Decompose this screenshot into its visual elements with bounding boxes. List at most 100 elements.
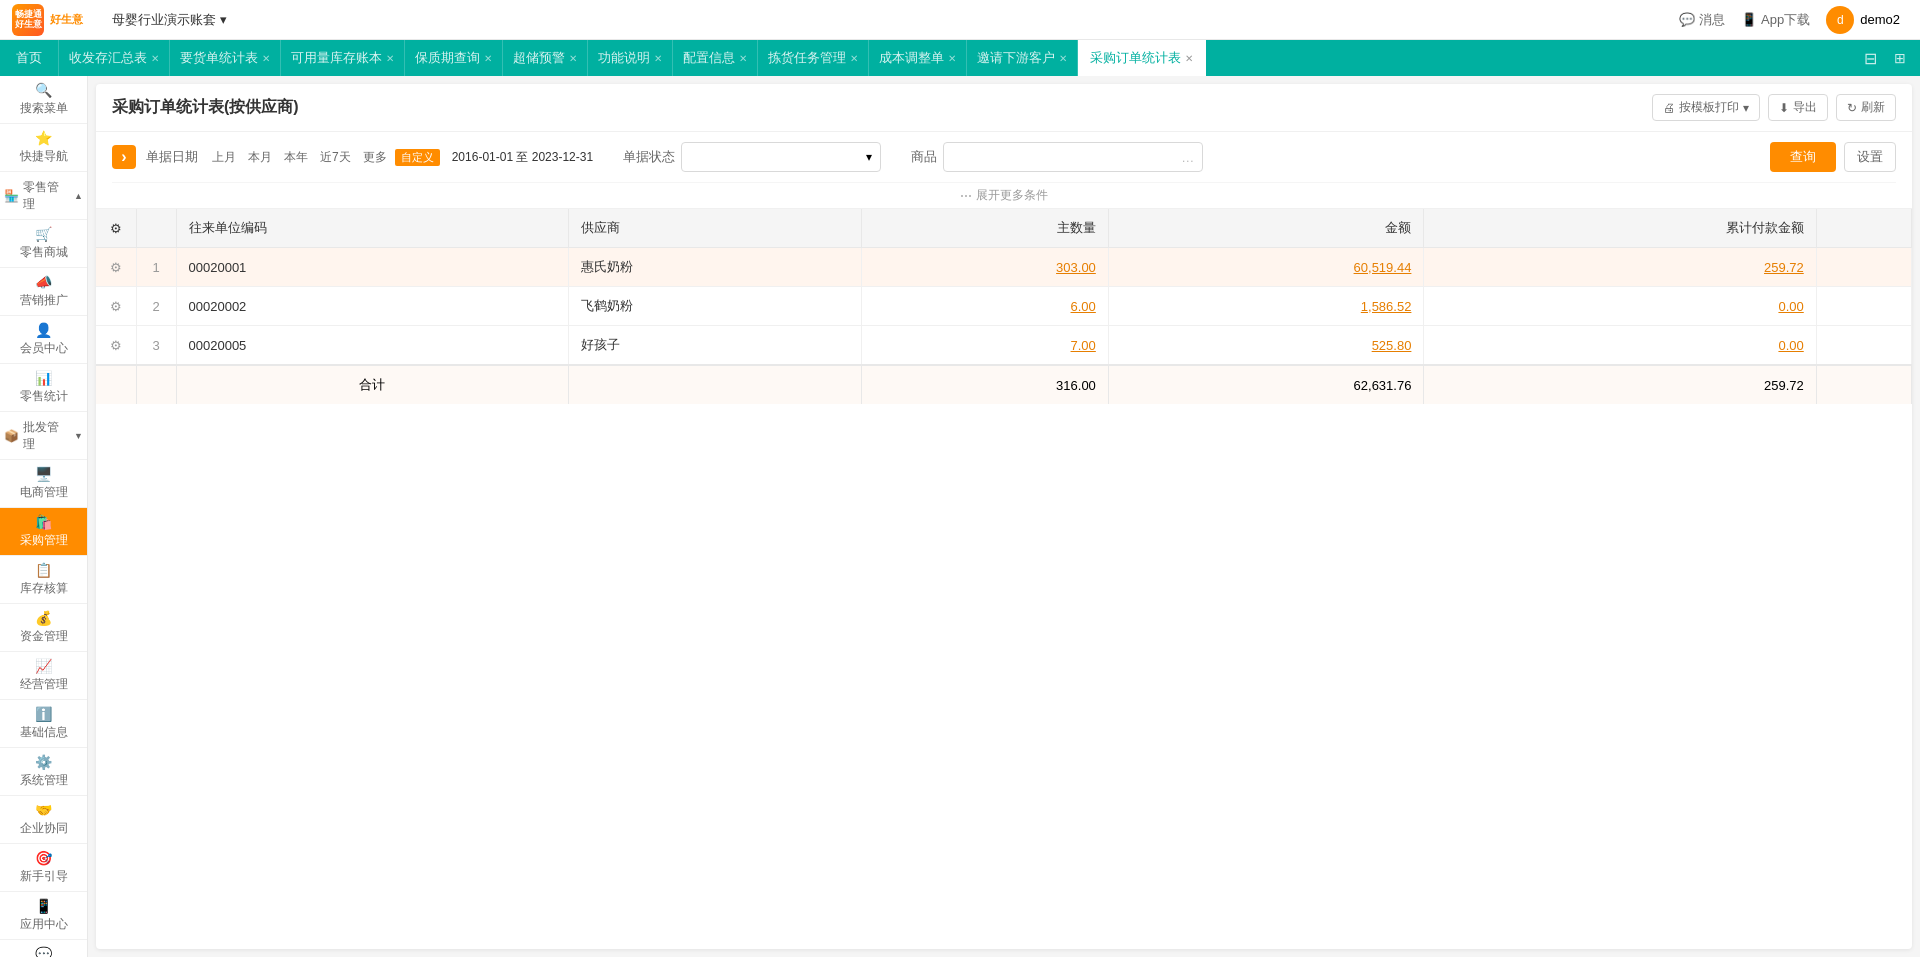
- sidebar-item-finance[interactable]: 💰 资金管理: [0, 604, 87, 652]
- col-gear-header: ⚙: [96, 209, 136, 248]
- message-btn[interactable]: 💬 消息: [1679, 11, 1725, 29]
- sidebar-item-quicknav[interactable]: ⭐ 快捷导航: [0, 124, 87, 172]
- table-row: ⚙ 2 00020002 飞鹤奶粉 6.00 1,586.52: [96, 287, 1912, 326]
- sidebar-item-collab[interactable]: 🤝 企业协同: [0, 796, 87, 844]
- row3-amount: 525.80: [1108, 326, 1424, 366]
- status-select[interactable]: ▾: [681, 142, 881, 172]
- export-icon: ⬇: [1779, 101, 1789, 115]
- message-label: 消息: [1699, 11, 1725, 29]
- tab-3-close[interactable]: ✕: [386, 53, 394, 64]
- sidebar-item-inventory[interactable]: 📋 库存核算: [0, 556, 87, 604]
- tab-5-close[interactable]: ✕: [569, 53, 577, 64]
- row3-amount-link[interactable]: 525.80: [1372, 338, 1412, 353]
- row2-qty-link[interactable]: 6.00: [1071, 299, 1096, 314]
- expand-more-btn[interactable]: ⋯ 展开更多条件: [112, 182, 1896, 208]
- footer-index: [136, 365, 176, 404]
- sidebar-item-guide[interactable]: 🎯 新手引导: [0, 844, 87, 892]
- btn-template-print[interactable]: 🖨 按模板打印 ▾: [1652, 94, 1760, 121]
- user-area[interactable]: d demo2: [1826, 6, 1900, 34]
- sidebar-item-basics[interactable]: ℹ️ 基础信息: [0, 700, 87, 748]
- row1-qty-link[interactable]: 303.00: [1056, 260, 1096, 275]
- row1-gear-icon[interactable]: ⚙: [110, 260, 122, 275]
- avatar: d: [1826, 6, 1854, 34]
- btn-query[interactable]: 查询: [1770, 142, 1836, 172]
- sidebar-item-retail-stats[interactable]: 📊 零售统计: [0, 364, 87, 412]
- btn-export[interactable]: ⬇ 导出: [1768, 94, 1828, 121]
- row2-paid-link[interactable]: 0.00: [1778, 299, 1803, 314]
- shortcut-this-year[interactable]: 本年: [280, 147, 312, 168]
- tab-6[interactable]: 功能说明 ✕: [588, 40, 673, 76]
- tab-9[interactable]: 成本调整单 ✕: [869, 40, 967, 76]
- col-code-header: 往来单位编码: [176, 209, 568, 248]
- tab-10[interactable]: 邀请下游客户 ✕: [967, 40, 1078, 76]
- refresh-icon: ↻: [1847, 101, 1857, 115]
- footer-supplier: [568, 365, 861, 404]
- app-download-btn[interactable]: 📱 App下载: [1741, 11, 1810, 29]
- sidebar-item-member[interactable]: 👤 会员中心: [0, 316, 87, 364]
- sidebar-item-retail-mgmt[interactable]: 🏪 零售管理 ▲: [0, 172, 87, 220]
- template-arrow-icon: ▾: [1743, 101, 1749, 115]
- tab-home[interactable]: 首页: [0, 40, 59, 76]
- row2-gear: ⚙: [96, 287, 136, 326]
- tab-5[interactable]: 超储预警 ✕: [503, 40, 588, 76]
- sidebar-item-ecommerce[interactable]: 🖥️ 电商管理: [0, 460, 87, 508]
- sidebar-item-marketing[interactable]: 📣 营销推广: [0, 268, 87, 316]
- sidebar-item-wholesale[interactable]: 📦 批发管理 ▼: [0, 412, 87, 460]
- tab-2-close[interactable]: ✕: [262, 53, 270, 64]
- tab-minimize-btn[interactable]: ⊟: [1856, 44, 1884, 72]
- tab-10-close[interactable]: ✕: [1059, 53, 1067, 64]
- tab-maximize-btn[interactable]: ⊞: [1886, 44, 1914, 72]
- inner-page: 采购订单统计表(按供应商) 🖨 按模板打印 ▾ ⬇ 导出 ↻ 刷新: [96, 84, 1912, 949]
- tab-active-close[interactable]: ✕: [1185, 53, 1193, 64]
- row1-qty: 303.00: [862, 248, 1109, 287]
- row3-paid-link[interactable]: 0.00: [1778, 338, 1803, 353]
- search-icon: 🔍: [35, 82, 52, 98]
- sidebar-item-operations[interactable]: 📈 经营管理: [0, 652, 87, 700]
- shortcut-last-month[interactable]: 上月: [208, 147, 240, 168]
- sidebar-item-system[interactable]: ⚙️ 系统管理: [0, 748, 87, 796]
- member-icon: 👤: [35, 322, 52, 338]
- tab-4[interactable]: 保质期查询 ✕: [405, 40, 503, 76]
- tab-1[interactable]: 收发存汇总表 ✕: [59, 40, 170, 76]
- btn-refresh[interactable]: ↻ 刷新: [1836, 94, 1896, 121]
- monitor-icon: 🖥️: [35, 466, 52, 482]
- megaphone-icon: 📣: [35, 274, 52, 290]
- expand-icon: ⋯: [960, 189, 972, 203]
- shortcut-7days[interactable]: 近7天: [316, 147, 355, 168]
- shortcut-more[interactable]: 更多: [359, 147, 391, 168]
- tab-7-close[interactable]: ✕: [739, 53, 747, 64]
- star-icon: ⭐: [35, 130, 52, 146]
- shortcut-this-month[interactable]: 本月: [244, 147, 276, 168]
- tab-7[interactable]: 配置信息 ✕: [673, 40, 758, 76]
- tab-8-close[interactable]: ✕: [850, 53, 858, 64]
- row3-qty-link[interactable]: 7.00: [1071, 338, 1096, 353]
- tab-1-close[interactable]: ✕: [151, 53, 159, 64]
- tab-9-close[interactable]: ✕: [948, 53, 956, 64]
- tab-3[interactable]: 可用量库存账本 ✕: [281, 40, 405, 76]
- sidebar-item-search[interactable]: 🔍 搜索菜单: [0, 76, 87, 124]
- row1-paid-link[interactable]: 259.72: [1764, 260, 1804, 275]
- sidebar-item-appcenter[interactable]: 📱 应用中心: [0, 892, 87, 940]
- tab-8[interactable]: 拣货任务管理 ✕: [758, 40, 869, 76]
- tab-4-close[interactable]: ✕: [484, 53, 492, 64]
- collab-icon: 🤝: [35, 802, 52, 818]
- row3-gear-icon[interactable]: ⚙: [110, 338, 122, 353]
- tab-6-close[interactable]: ✕: [654, 53, 662, 64]
- filter-toggle-btn[interactable]: ›: [112, 145, 136, 169]
- btn-settings[interactable]: 设置: [1844, 142, 1896, 172]
- tab-active[interactable]: 采购订单统计表 ✕: [1078, 40, 1206, 76]
- sidebar-item-wechat[interactable]: 💬 企业微信: [0, 940, 87, 957]
- sidebar-item-purchase[interactable]: 🛍️ 采购管理: [0, 508, 87, 556]
- gear-sidebar-icon: ⚙️: [35, 754, 52, 770]
- row1-amount-link[interactable]: 60,519.44: [1354, 260, 1412, 275]
- sidebar-item-retail-mall[interactable]: 🛒 零售商城: [0, 220, 87, 268]
- workspace-dropdown[interactable]: 母婴行业演示账套 ▾: [100, 11, 239, 29]
- data-table: ⚙ 往来单位编码 供应商 主数量 金额 累计付款金额: [96, 209, 1912, 404]
- row2-gear-icon[interactable]: ⚙: [110, 299, 122, 314]
- row2-amount-link[interactable]: 1,586.52: [1361, 299, 1412, 314]
- footer-label: 合计: [176, 365, 568, 404]
- goods-input[interactable]: …: [943, 142, 1203, 172]
- row1-extra: [1816, 248, 1911, 287]
- expand2-icon: ▼: [74, 431, 83, 441]
- tab-2[interactable]: 要货单统计表 ✕: [170, 40, 281, 76]
